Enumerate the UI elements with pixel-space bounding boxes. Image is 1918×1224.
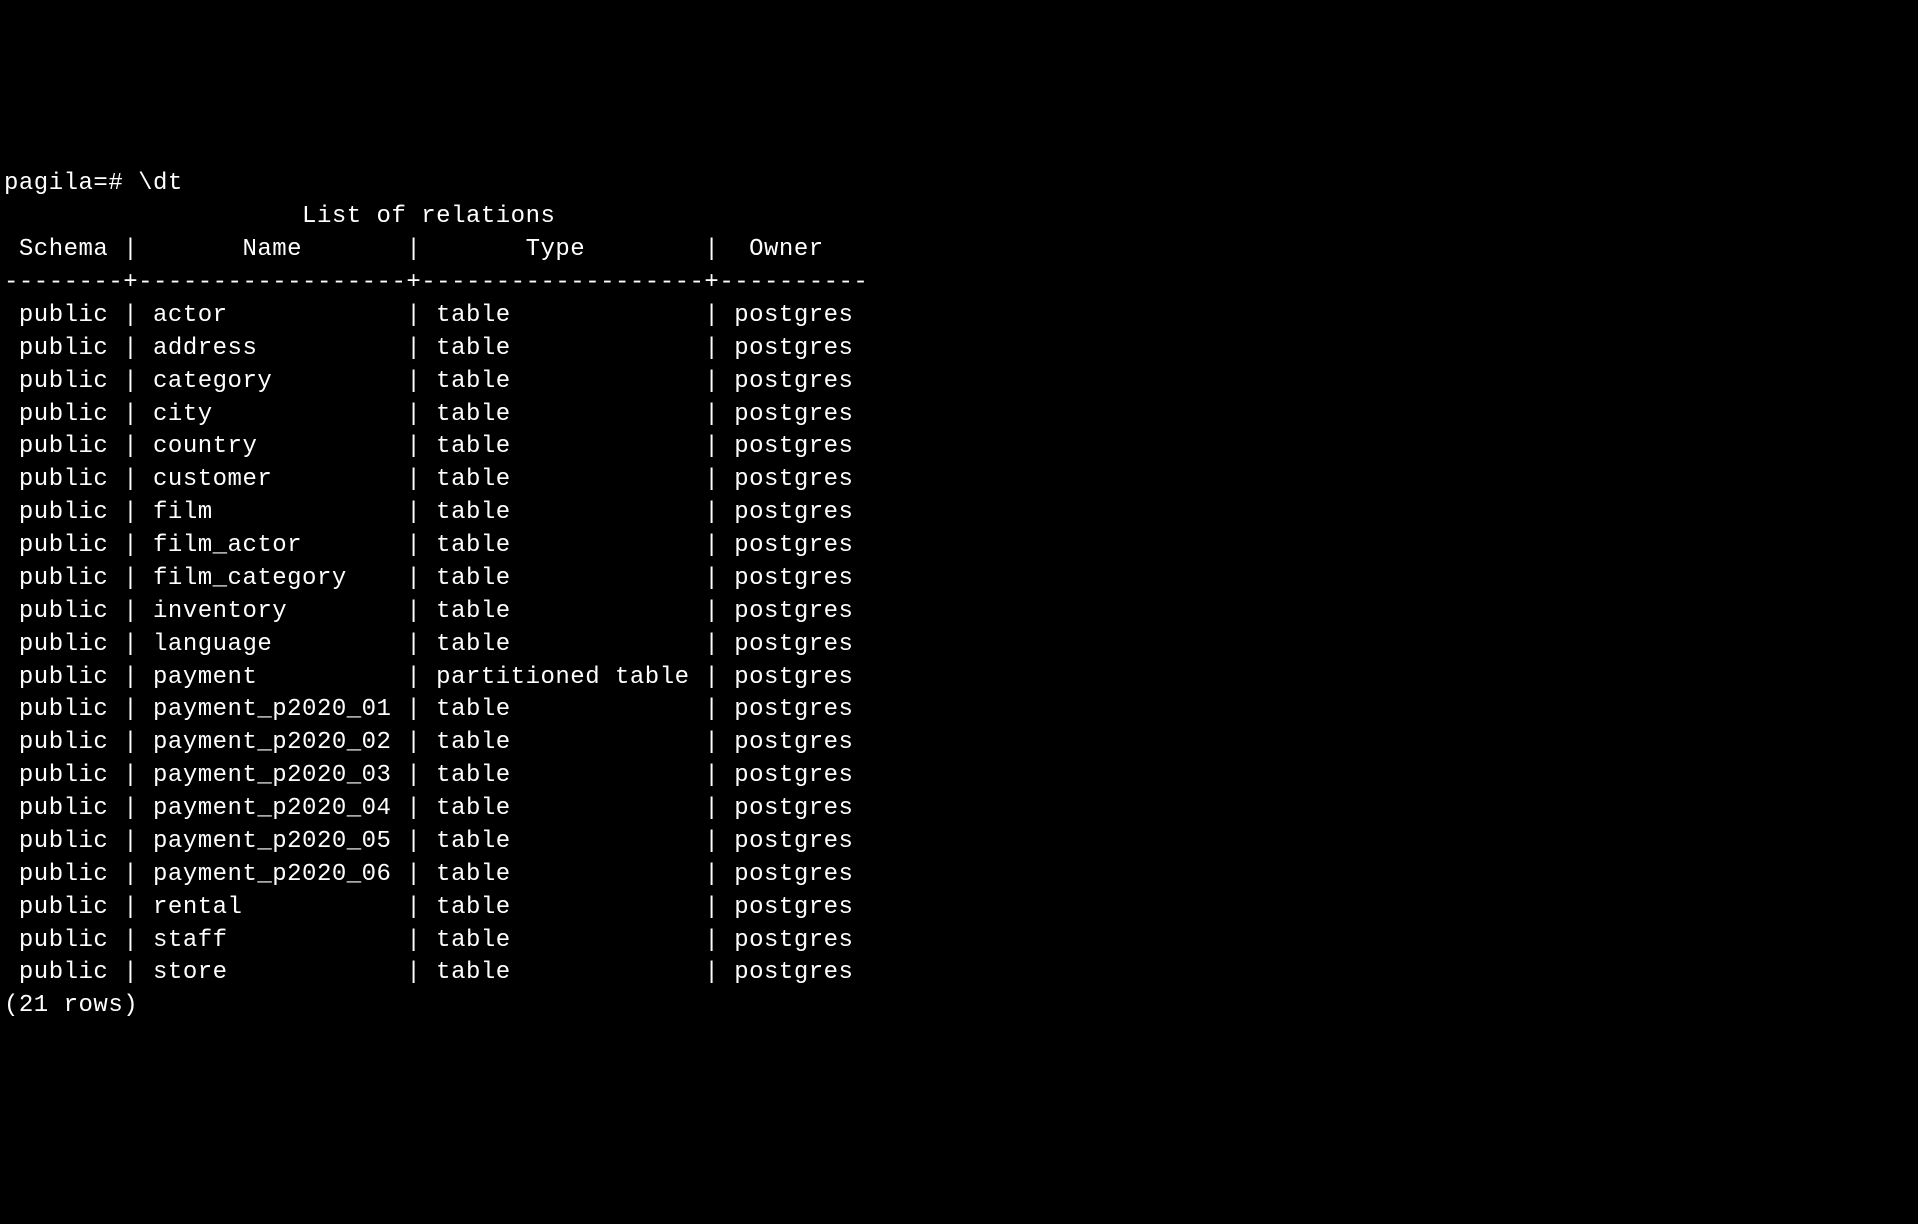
psql-prompt-line: pagila=# \dt — [4, 170, 183, 197]
row-count-footer: (21 rows) — [4, 992, 138, 1019]
table-body: public | actor | table | postgres public… — [4, 302, 853, 987]
table-separator-line: --------+------------------+------------… — [4, 269, 868, 296]
table-header-line: Schema | Name | Type | Owner — [4, 236, 868, 263]
table-title-line: List of relations — [4, 203, 868, 230]
terminal-output: pagila=# \dt List of relations Schema | … — [4, 136, 1914, 1024]
